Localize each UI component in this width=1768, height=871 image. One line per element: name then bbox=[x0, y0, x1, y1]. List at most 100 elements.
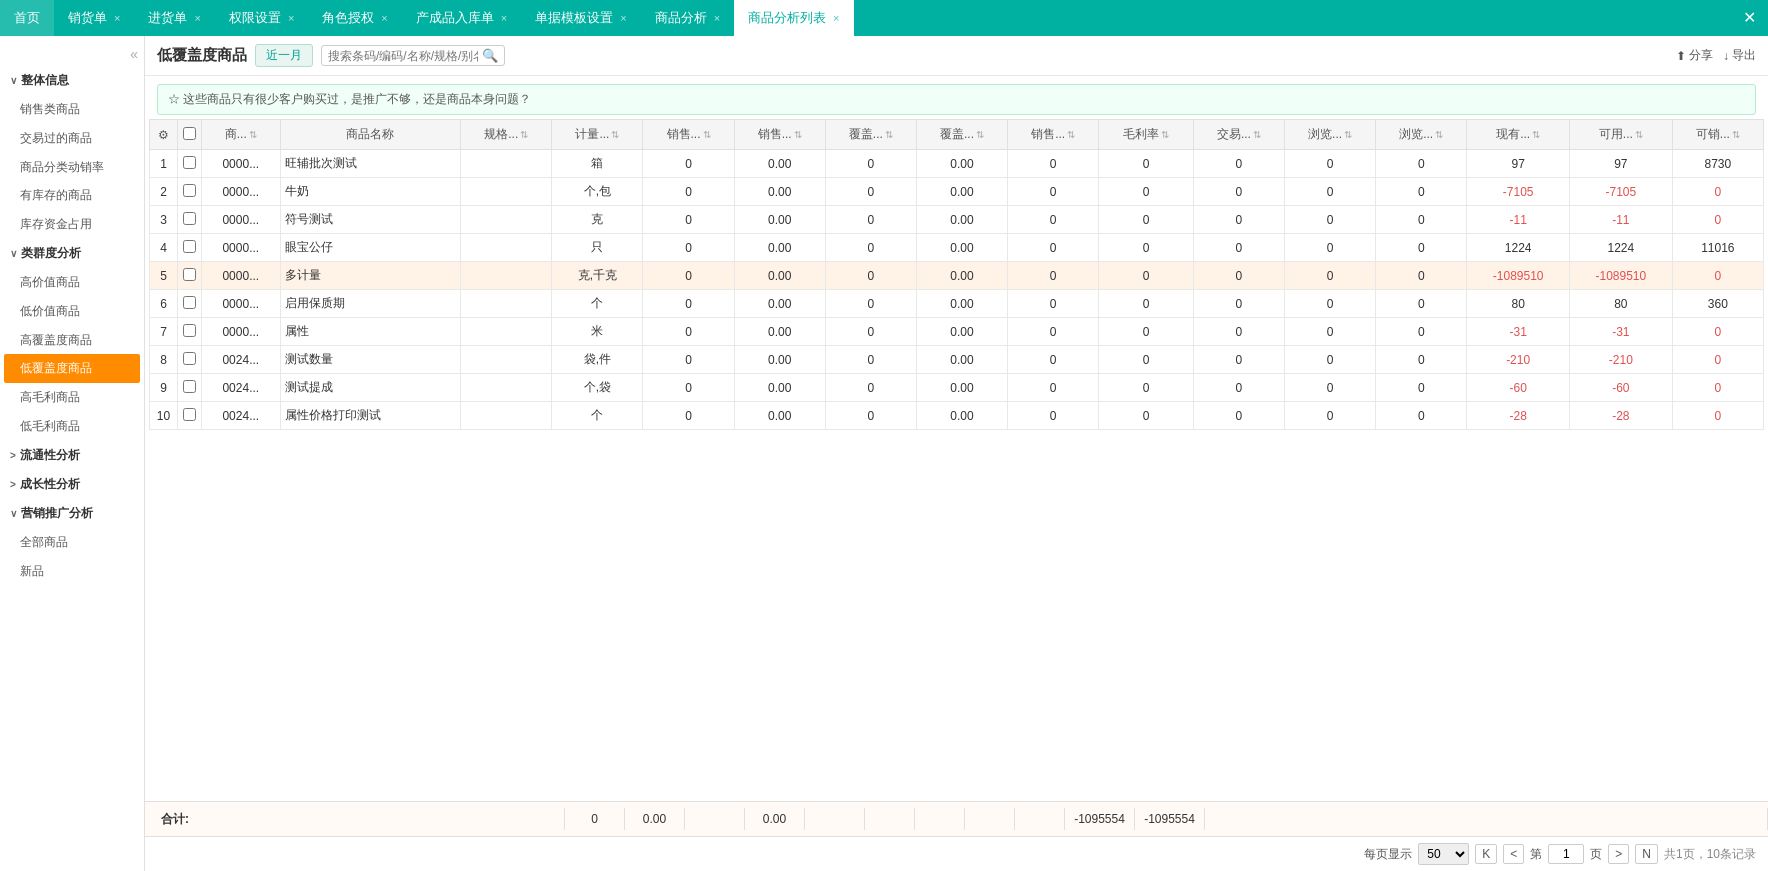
col-available-header[interactable]: 可用... ⇅ bbox=[1569, 120, 1672, 150]
nav-home[interactable]: 首页 bbox=[0, 0, 54, 36]
browse1-link[interactable]: 0 bbox=[1327, 213, 1334, 227]
table-cell: 只 bbox=[552, 234, 643, 262]
table-cell: 0 bbox=[825, 262, 916, 290]
nav-permission-settings[interactable]: 权限设置 × bbox=[215, 0, 308, 36]
col-settings[interactable]: ⚙ bbox=[150, 120, 178, 150]
settings-icon[interactable]: ⚙ bbox=[158, 128, 169, 142]
browse1-link[interactable]: 0 bbox=[1327, 297, 1334, 311]
sidebar-section-marketing[interactable]: ∨ 营销推广分析 bbox=[0, 499, 144, 528]
sidebar-item-category-rate[interactable]: 商品分类动销率 bbox=[0, 153, 144, 182]
nav-product-analysis-list[interactable]: 商品分析列表 × bbox=[734, 0, 853, 36]
sidebar-section-growth[interactable]: > 成长性分析 bbox=[0, 470, 144, 499]
nav-close-icon[interactable]: × bbox=[714, 0, 720, 36]
select-all-checkbox[interactable] bbox=[183, 127, 196, 140]
nav-sales-order[interactable]: 销货单 × bbox=[54, 0, 134, 36]
nav-close-icon[interactable]: × bbox=[381, 0, 387, 36]
sidebar-item-high-value[interactable]: 高价值商品 bbox=[0, 268, 144, 297]
col-sales-qty-header[interactable]: 销售... ⇅ bbox=[643, 120, 734, 150]
browse1-link[interactable]: 0 bbox=[1327, 185, 1334, 199]
col-browse2-header[interactable]: 浏览... ⇅ bbox=[1376, 120, 1467, 150]
sidebar-item-high-margin[interactable]: 高毛利商品 bbox=[0, 383, 144, 412]
sidebar-item-new-products[interactable]: 新品 bbox=[0, 557, 144, 586]
browse1-link[interactable]: 0 bbox=[1327, 353, 1334, 367]
sidebar-section-overview[interactable]: ∨ 整体信息 bbox=[0, 66, 144, 95]
prev-page-button[interactable]: < bbox=[1503, 844, 1524, 864]
row-checkbox[interactable] bbox=[183, 156, 196, 169]
nav-close-icon[interactable]: × bbox=[114, 0, 120, 36]
col-transaction-header[interactable]: 交易... ⇅ bbox=[1193, 120, 1284, 150]
sidebar-item-all-products[interactable]: 全部商品 bbox=[0, 528, 144, 557]
row-checkbox[interactable] bbox=[183, 380, 196, 393]
nav-template-settings[interactable]: 单据模板设置 × bbox=[521, 0, 640, 36]
next-page-button[interactable]: > bbox=[1608, 844, 1629, 864]
browse1-link[interactable]: 0 bbox=[1327, 269, 1334, 283]
table-cell: 0 bbox=[825, 290, 916, 318]
first-page-button[interactable]: K bbox=[1475, 844, 1497, 864]
nav-close-icon[interactable]: × bbox=[194, 0, 200, 36]
row-checkbox[interactable] bbox=[183, 240, 196, 253]
col-checkbox[interactable] bbox=[178, 120, 202, 150]
sidebar-collapse-button[interactable]: « bbox=[130, 46, 138, 62]
table-cell: 0 bbox=[1376, 262, 1467, 290]
share-icon: ⬆ bbox=[1676, 49, 1686, 63]
row-checkbox[interactable] bbox=[183, 324, 196, 337]
col-code-header[interactable]: 商... ⇅ bbox=[202, 120, 281, 150]
row-checkbox[interactable] bbox=[183, 296, 196, 309]
nav-product-analysis[interactable]: 商品分析 × bbox=[641, 0, 734, 36]
sidebar: « ∨ 整体信息 销售类商品 交易过的商品 商品分类动销率 有库存的商品 库存资… bbox=[0, 36, 145, 871]
browse1-link[interactable]: 0 bbox=[1327, 325, 1334, 339]
col-unit-header[interactable]: 计量... ⇅ bbox=[552, 120, 643, 150]
last-page-button[interactable]: N bbox=[1635, 844, 1658, 864]
col-gross-header[interactable]: 毛利率 ⇅ bbox=[1099, 120, 1194, 150]
sidebar-item-high-coverage[interactable]: 高覆盖度商品 bbox=[0, 326, 144, 355]
share-button[interactable]: ⬆ 分享 bbox=[1676, 47, 1713, 64]
table-cell: 0 bbox=[1376, 402, 1467, 430]
sidebar-item-low-margin[interactable]: 低毛利商品 bbox=[0, 412, 144, 441]
col-current-header[interactable]: 现有... ⇅ bbox=[1467, 120, 1570, 150]
search-input[interactable] bbox=[328, 49, 478, 63]
window-close-button[interactable]: ✕ bbox=[1731, 0, 1768, 36]
row-checkbox[interactable] bbox=[183, 184, 196, 197]
col-saleable-header[interactable]: 可销... ⇅ bbox=[1672, 120, 1763, 150]
table-cell: 0 bbox=[825, 150, 916, 178]
data-table-wrapper[interactable]: ⚙ 商... ⇅ 商品名称 bbox=[145, 119, 1768, 801]
nav-finished-goods[interactable]: 产成品入库单 × bbox=[402, 0, 521, 36]
nav-close-icon[interactable]: × bbox=[501, 0, 507, 36]
browse1-link[interactable]: 0 bbox=[1327, 381, 1334, 395]
col-sales3-header[interactable]: 销售... ⇅ bbox=[1008, 120, 1099, 150]
browse1-link[interactable]: 0 bbox=[1327, 241, 1334, 255]
time-filter-button[interactable]: 近一月 bbox=[255, 44, 313, 67]
sidebar-items-marketing: 全部商品 新品 bbox=[0, 528, 144, 586]
col-spec-header[interactable]: 规格... ⇅ bbox=[461, 120, 552, 150]
browse1-link[interactable]: 0 bbox=[1327, 157, 1334, 171]
nav-close-icon[interactable]: × bbox=[620, 0, 626, 36]
page-size-select[interactable]: 50 20 100 200 bbox=[1418, 843, 1469, 865]
sidebar-item-low-value[interactable]: 低价值商品 bbox=[0, 297, 144, 326]
row-checkbox[interactable] bbox=[183, 268, 196, 281]
sidebar-section-cluster[interactable]: ∨ 类群度分析 bbox=[0, 239, 144, 268]
sidebar-section-liquidity[interactable]: > 流通性分析 bbox=[0, 441, 144, 470]
nav-role-auth[interactable]: 角色授权 × bbox=[308, 0, 401, 36]
sidebar-item-low-coverage[interactable]: 低覆盖度商品 bbox=[4, 354, 140, 383]
sidebar-item-traded-products[interactable]: 交易过的商品 bbox=[0, 124, 144, 153]
row-checkbox[interactable] bbox=[183, 408, 196, 421]
sidebar-item-capital-usage[interactable]: 库存资金占用 bbox=[0, 210, 144, 239]
sidebar-item-sales-products[interactable]: 销售类商品 bbox=[0, 95, 144, 124]
col-sales-amt-header[interactable]: 销售... ⇅ bbox=[734, 120, 825, 150]
col-browse1-header[interactable]: 浏览... ⇅ bbox=[1284, 120, 1375, 150]
nav-close-icon-active[interactable]: × bbox=[833, 0, 839, 36]
col-name-header[interactable]: 商品名称 bbox=[280, 120, 461, 150]
row-checkbox[interactable] bbox=[183, 212, 196, 225]
nav-purchase-order[interactable]: 进货单 × bbox=[134, 0, 214, 36]
sidebar-item-stock-products[interactable]: 有库存的商品 bbox=[0, 181, 144, 210]
footer-browse1 bbox=[965, 808, 1015, 830]
table-cell: 0.00 bbox=[916, 346, 1007, 374]
export-button[interactable]: ↓ 导出 bbox=[1723, 47, 1756, 64]
row-checkbox[interactable] bbox=[183, 352, 196, 365]
col-coverage1-header[interactable]: 覆盖... ⇅ bbox=[825, 120, 916, 150]
col-coverage2-header[interactable]: 覆盖... ⇅ bbox=[916, 120, 1007, 150]
nav-close-icon[interactable]: × bbox=[288, 0, 294, 36]
page-input[interactable] bbox=[1548, 844, 1584, 864]
sort-icon: ⇅ bbox=[1067, 129, 1075, 140]
browse1-link[interactable]: 0 bbox=[1327, 409, 1334, 423]
